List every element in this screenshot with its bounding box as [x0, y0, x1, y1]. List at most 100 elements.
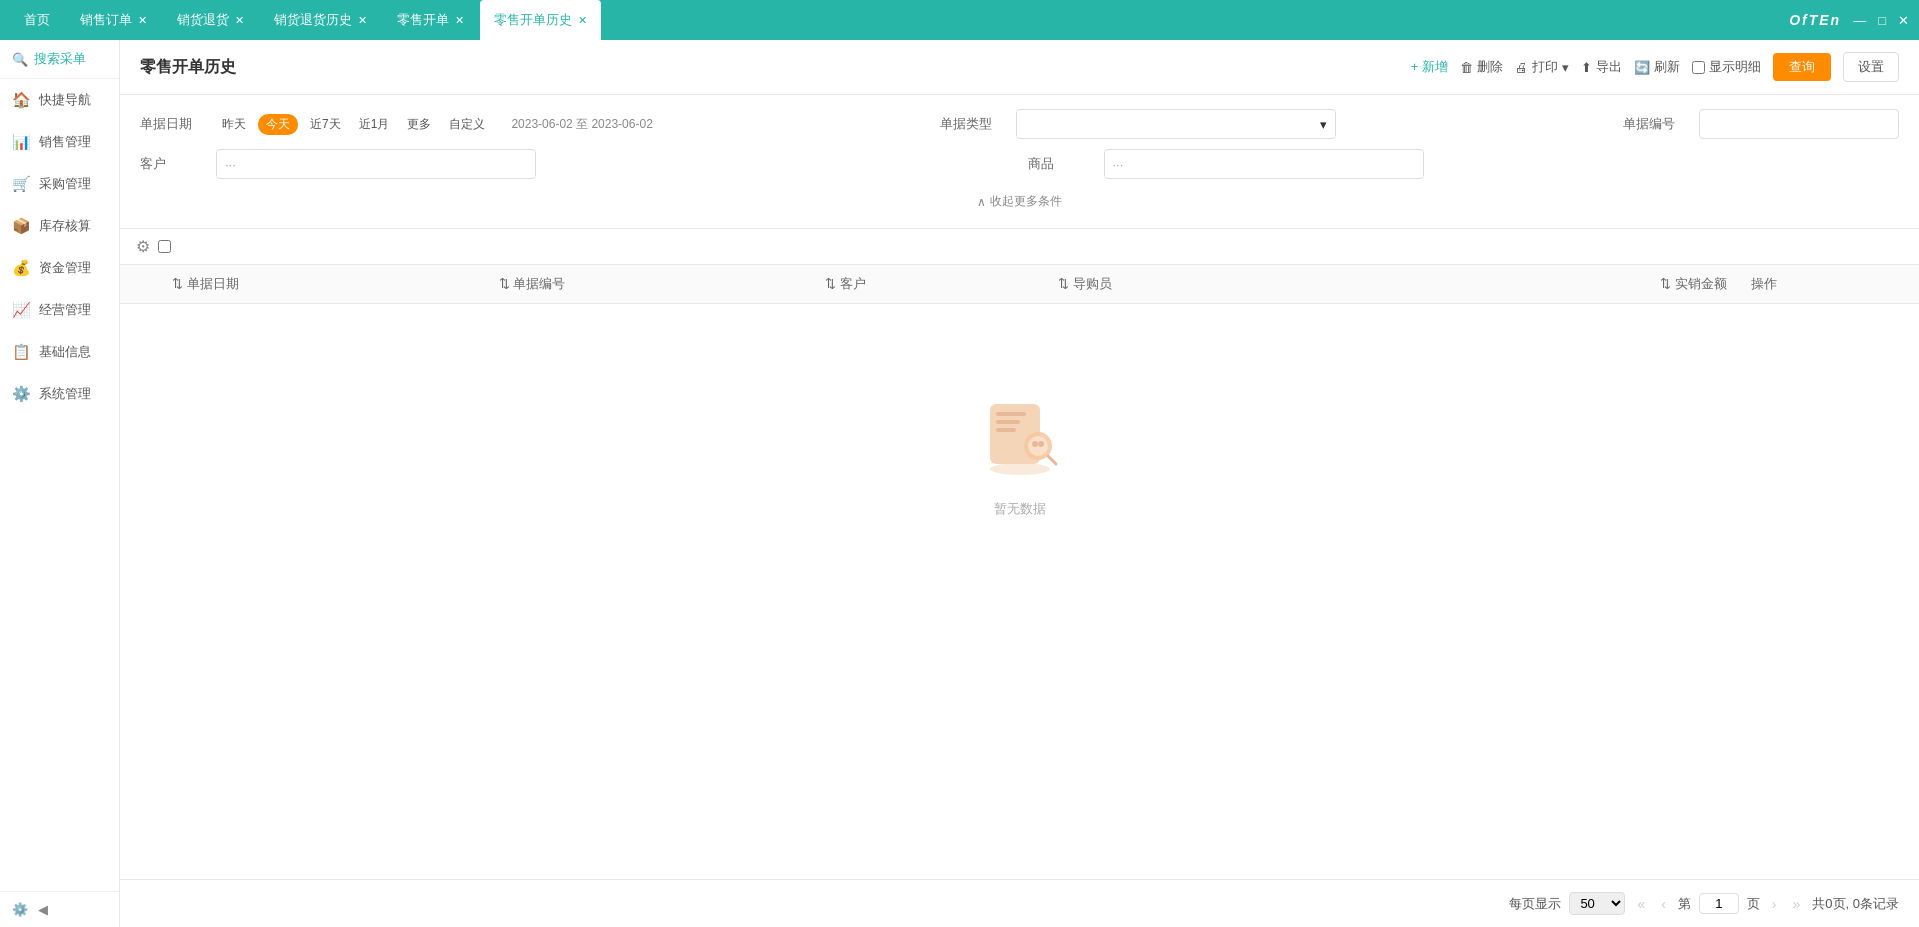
- date-range: 2023-06-02 至 2023-06-02: [511, 116, 652, 133]
- print-button[interactable]: 🖨 打印 ▾: [1515, 58, 1569, 76]
- doc-type-select[interactable]: ▾: [1016, 109, 1336, 139]
- tab-close-retail-open[interactable]: ✕: [455, 14, 464, 27]
- doc-type-label: 单据类型: [940, 115, 1000, 133]
- print-dropdown-icon: ▾: [1562, 60, 1569, 75]
- svg-rect-2: [996, 412, 1026, 416]
- tab-close-sales-order[interactable]: ✕: [138, 14, 147, 27]
- export-button[interactable]: ⬆ 导出: [1581, 58, 1622, 76]
- tab-sales-return[interactable]: 销货退货✕: [163, 0, 258, 40]
- date-options: 昨天今天近7天近1月更多自定义: [216, 114, 491, 135]
- empty-state: 暂无数据: [120, 304, 1919, 598]
- svg-line-7: [1048, 456, 1056, 464]
- operations-icon: 📈: [12, 301, 31, 319]
- th-guide[interactable]: ⇅ 导购员: [1046, 265, 1326, 304]
- quick-nav-icon: 🏠: [12, 91, 31, 109]
- select-all-checkbox[interactable]: [158, 240, 171, 253]
- sidebar-item-sales-mgmt[interactable]: 📊销售管理: [0, 121, 119, 163]
- query-button[interactable]: 查询: [1773, 53, 1831, 81]
- tab-sales-order[interactable]: 销售订单✕: [66, 0, 161, 40]
- per-page-select[interactable]: 20 50 100: [1569, 892, 1625, 915]
- sidebar-item-operations[interactable]: 📈经营管理: [0, 289, 119, 331]
- date-option-更多[interactable]: 更多: [401, 114, 437, 135]
- collapse-button[interactable]: ∧ 收起更多条件: [977, 193, 1062, 210]
- settings-button[interactable]: 设置: [1843, 52, 1899, 82]
- refresh-button[interactable]: 🔄 刷新: [1634, 58, 1680, 76]
- sidebar-collapse-icon[interactable]: ◀: [38, 902, 48, 917]
- prev-first-btn[interactable]: «: [1633, 894, 1649, 914]
- next-last-btn[interactable]: »: [1789, 894, 1805, 914]
- delete-button[interactable]: 🗑 删除: [1460, 58, 1503, 76]
- date-option-近1月[interactable]: 近1月: [353, 114, 396, 135]
- doc-number-label: 单据编号: [1623, 115, 1683, 133]
- doc-number-input[interactable]: [1699, 109, 1899, 139]
- show-detail-input[interactable]: [1692, 61, 1705, 74]
- sidebar-item-inventory[interactable]: 📦库存核算: [0, 205, 119, 247]
- data-table: ⇅ 单据日期 ⇅ 单据编号 ⇅ 客户 ⇅ 导购员 ⇅: [120, 265, 1919, 304]
- system-mgmt-icon: ⚙️: [12, 385, 31, 403]
- prev-btn[interactable]: ‹: [1657, 894, 1670, 914]
- page-header: 零售开单历史 + 新增 🗑 删除 🖨 打印 ▾ ⬆ 导出 🔄: [120, 40, 1919, 95]
- sidebar-search[interactable]: 🔍 搜索采单: [0, 40, 119, 79]
- filter-row-1: 单据日期 昨天今天近7天近1月更多自定义 2023-06-02 至 2023-0…: [140, 109, 1899, 139]
- sidebar-settings-icon[interactable]: ⚙️: [12, 902, 28, 917]
- th-actions: 操作: [1739, 265, 1919, 304]
- th-date[interactable]: ⇅ 单据日期: [160, 265, 487, 304]
- sidebar-item-quick-nav[interactable]: 🏠快捷导航: [0, 79, 119, 121]
- page-actions: + 新增 🗑 删除 🖨 打印 ▾ ⬆ 导出 🔄 刷新: [1411, 52, 1899, 82]
- customer-input[interactable]: ···: [216, 149, 536, 179]
- purchase-mgmt-icon: 🛒: [12, 175, 31, 193]
- tab-retail-open[interactable]: 零售开单✕: [383, 0, 478, 40]
- show-detail-checkbox[interactable]: 显示明细: [1692, 58, 1761, 76]
- brand-label: OfTEn: [1789, 12, 1841, 28]
- tab-close-sales-return[interactable]: ✕: [235, 14, 244, 27]
- th-checkbox: [120, 265, 160, 304]
- empty-icon: [970, 384, 1070, 484]
- date-label: 单据日期: [140, 115, 200, 133]
- table-header-row: ⇅ 单据日期 ⇅ 单据编号 ⇅ 客户 ⇅ 导购员 ⇅: [120, 265, 1919, 304]
- per-page-label: 每页显示: [1509, 895, 1561, 913]
- doc-type-dropdown-icon: ▾: [1320, 117, 1327, 132]
- svg-point-6: [1028, 436, 1048, 456]
- sidebar-item-system-mgmt[interactable]: ⚙️系统管理: [0, 373, 119, 415]
- page-label-pre: 第: [1678, 895, 1691, 913]
- tab-close-sales-return-history[interactable]: ✕: [358, 14, 367, 27]
- table-toolbar: ⚙: [120, 229, 1919, 265]
- date-option-近7天[interactable]: 近7天: [304, 114, 347, 135]
- date-option-今天[interactable]: 今天: [258, 114, 298, 135]
- page-input[interactable]: [1699, 893, 1739, 914]
- maximize-btn[interactable]: □: [1878, 13, 1886, 28]
- tab-home[interactable]: 首页: [10, 0, 64, 40]
- sidebar-item-finance[interactable]: 💰资金管理: [0, 247, 119, 289]
- search-icon: 🔍: [12, 52, 28, 67]
- collapse-row: ∧ 收起更多条件: [140, 189, 1899, 214]
- add-button[interactable]: + 新增: [1411, 58, 1448, 76]
- sidebar: 🔍 搜索采单 🏠快捷导航📊销售管理🛒采购管理📦库存核算💰资金管理📈经营管理📋基础…: [0, 40, 120, 927]
- collapse-up-icon: ∧: [977, 195, 986, 209]
- th-expand: [1326, 265, 1412, 304]
- th-customer[interactable]: ⇅ 客户: [813, 265, 1046, 304]
- sidebar-search-label: 搜索采单: [34, 50, 86, 68]
- customer-ellipsis: ···: [225, 157, 236, 172]
- th-number[interactable]: ⇅ 单据编号: [487, 265, 814, 304]
- page-title: 零售开单历史: [140, 57, 236, 78]
- finance-icon: 💰: [12, 259, 31, 277]
- tab-close-retail-history[interactable]: ✕: [578, 14, 587, 27]
- table-settings-icon[interactable]: ⚙: [136, 237, 150, 256]
- refresh-icon: 🔄: [1634, 60, 1650, 75]
- delete-icon: 🗑: [1460, 60, 1473, 75]
- top-nav: 首页销售订单✕销货退货✕销货退货历史✕零售开单✕零售开单历史✕ OfTEn — …: [0, 0, 1919, 40]
- close-btn[interactable]: ✕: [1898, 13, 1909, 28]
- filter-area: 单据日期 昨天今天近7天近1月更多自定义 2023-06-02 至 2023-0…: [120, 95, 1919, 229]
- tab-retail-history[interactable]: 零售开单历史✕: [480, 0, 601, 40]
- th-amount[interactable]: ⇅ 实销金额: [1412, 265, 1739, 304]
- date-option-自定义[interactable]: 自定义: [443, 114, 491, 135]
- product-input[interactable]: ···: [1104, 149, 1424, 179]
- sidebar-item-basic-info[interactable]: 📋基础信息: [0, 331, 119, 373]
- product-label: 商品: [1028, 155, 1088, 173]
- tab-sales-return-history[interactable]: 销货退货历史✕: [260, 0, 381, 40]
- date-option-昨天[interactable]: 昨天: [216, 114, 252, 135]
- minimize-btn[interactable]: —: [1853, 13, 1866, 28]
- sales-mgmt-icon: 📊: [12, 133, 31, 151]
- next-btn[interactable]: ›: [1768, 894, 1781, 914]
- sidebar-item-purchase-mgmt[interactable]: 🛒采购管理: [0, 163, 119, 205]
